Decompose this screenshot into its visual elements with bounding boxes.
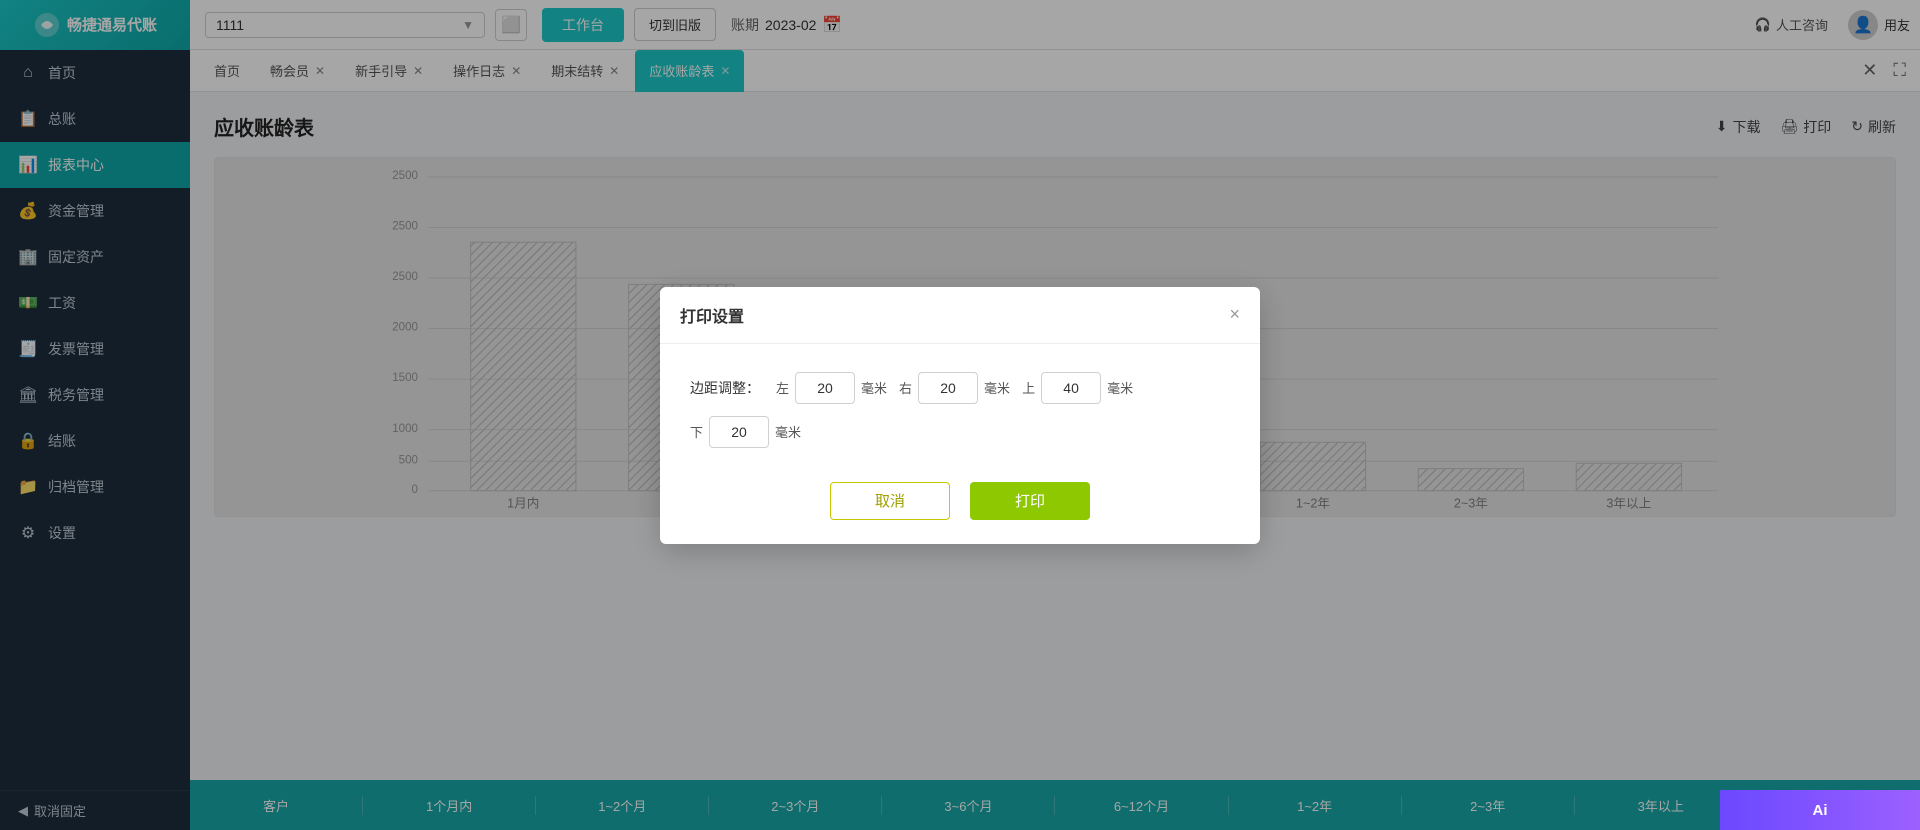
margin-right-input[interactable]	[918, 372, 978, 404]
margin-top-input[interactable]	[1041, 372, 1101, 404]
modal-overlay: 打印设置 × 边距调整： 左 毫米 右 毫米 上 毫米	[0, 0, 1920, 830]
margin-right-unit: 毫米	[984, 378, 1010, 397]
print-settings-modal: 打印设置 × 边距调整： 左 毫米 右 毫米 上 毫米	[660, 287, 1260, 544]
modal-body: 边距调整： 左 毫米 右 毫米 上 毫米 下	[660, 344, 1260, 472]
ai-label: Ai	[1813, 802, 1828, 819]
margin-bottom-label: 下	[690, 422, 703, 441]
cancel-button[interactable]: 取消	[830, 482, 950, 520]
margin-right-label: 右	[899, 378, 912, 397]
margin-top-group: 上 毫米	[1022, 372, 1133, 404]
margin-left-label: 左	[776, 378, 789, 397]
margin-left-input[interactable]	[795, 372, 855, 404]
margin-row: 边距调整： 左 毫米 右 毫米 上 毫米 下	[690, 372, 1230, 448]
modal-footer: 取消 打印	[660, 472, 1260, 544]
modal-close-button[interactable]: ×	[1229, 304, 1240, 325]
margin-bottom-unit: 毫米	[775, 422, 801, 441]
modal-header: 打印设置 ×	[660, 287, 1260, 344]
margin-left-group: 左 毫米	[776, 372, 887, 404]
margin-top-unit: 毫米	[1107, 378, 1133, 397]
modal-title: 打印设置	[680, 303, 744, 327]
ai-bar[interactable]: Ai	[1720, 790, 1920, 830]
margin-label: 边距调整：	[690, 378, 760, 398]
confirm-print-button[interactable]: 打印	[970, 482, 1090, 520]
margin-right-group: 右 毫米	[899, 372, 1010, 404]
margin-bottom-input[interactable]	[709, 416, 769, 448]
margin-left-unit: 毫米	[861, 378, 887, 397]
margin-bottom-group: 下 毫米	[690, 416, 801, 448]
margin-top-label: 上	[1022, 378, 1035, 397]
